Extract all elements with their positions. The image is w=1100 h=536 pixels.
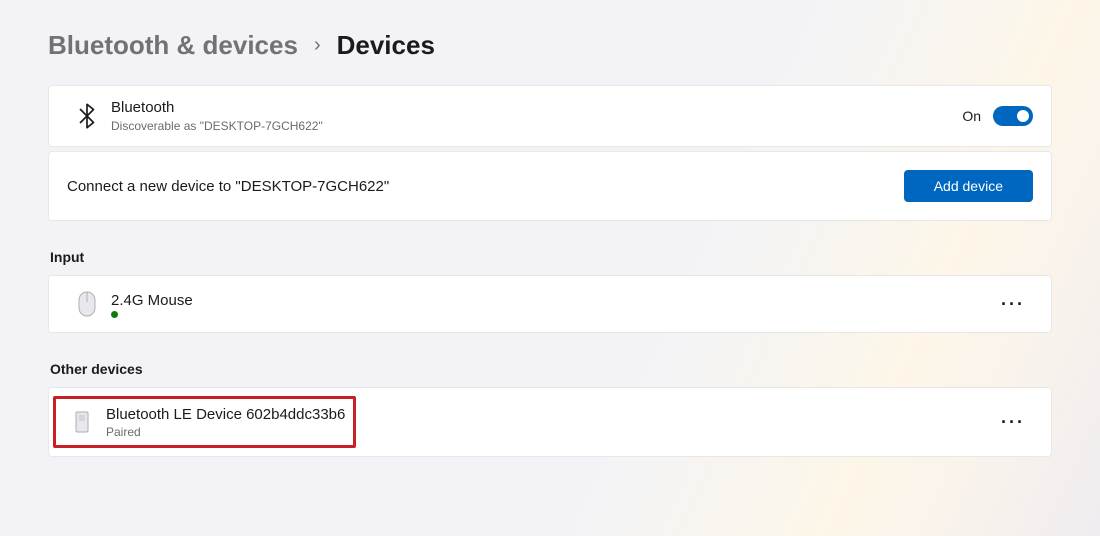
mouse-icon [67,290,107,318]
bluetooth-title: Bluetooth [111,98,962,118]
device-name: Bluetooth LE Device 602b4ddc33b6 [106,405,345,425]
breadcrumb: Bluetooth & devices › Devices [48,30,1052,61]
device-generic-icon [62,410,102,434]
bluetooth-subtitle: Discoverable as "DESKTOP-7GCH622" [111,118,962,135]
add-device-button[interactable]: Add device [904,170,1033,202]
more-options-button[interactable]: ··· [993,409,1033,435]
chevron-right-icon: › [314,34,321,57]
bluetooth-toggle-label: On [962,108,981,124]
device-status-text: Paired [106,425,345,439]
breadcrumb-parent[interactable]: Bluetooth & devices [48,30,298,61]
device-status [111,311,993,318]
device-row-ble[interactable]: Bluetooth LE Device 602b4ddc33b6 Paired … [48,387,1052,457]
highlight-annotation: Bluetooth LE Device 602b4ddc33b6 Paired [53,396,356,448]
section-header-input: Input [48,249,1052,265]
bluetooth-icon [67,103,107,129]
device-row-mouse[interactable]: 2.4G Mouse ··· [48,275,1052,333]
connect-device-card: Connect a new device to "DESKTOP-7GCH622… [48,151,1052,221]
device-name: 2.4G Mouse [111,291,993,311]
more-options-button[interactable]: ··· [993,291,1033,317]
bluetooth-toggle[interactable] [993,106,1033,126]
section-header-other: Other devices [48,361,1052,377]
breadcrumb-current: Devices [337,30,435,61]
bluetooth-card: Bluetooth Discoverable as "DESKTOP-7GCH6… [48,85,1052,147]
connect-device-text: Connect a new device to "DESKTOP-7GCH622… [67,178,389,195]
status-dot-icon [111,311,118,318]
